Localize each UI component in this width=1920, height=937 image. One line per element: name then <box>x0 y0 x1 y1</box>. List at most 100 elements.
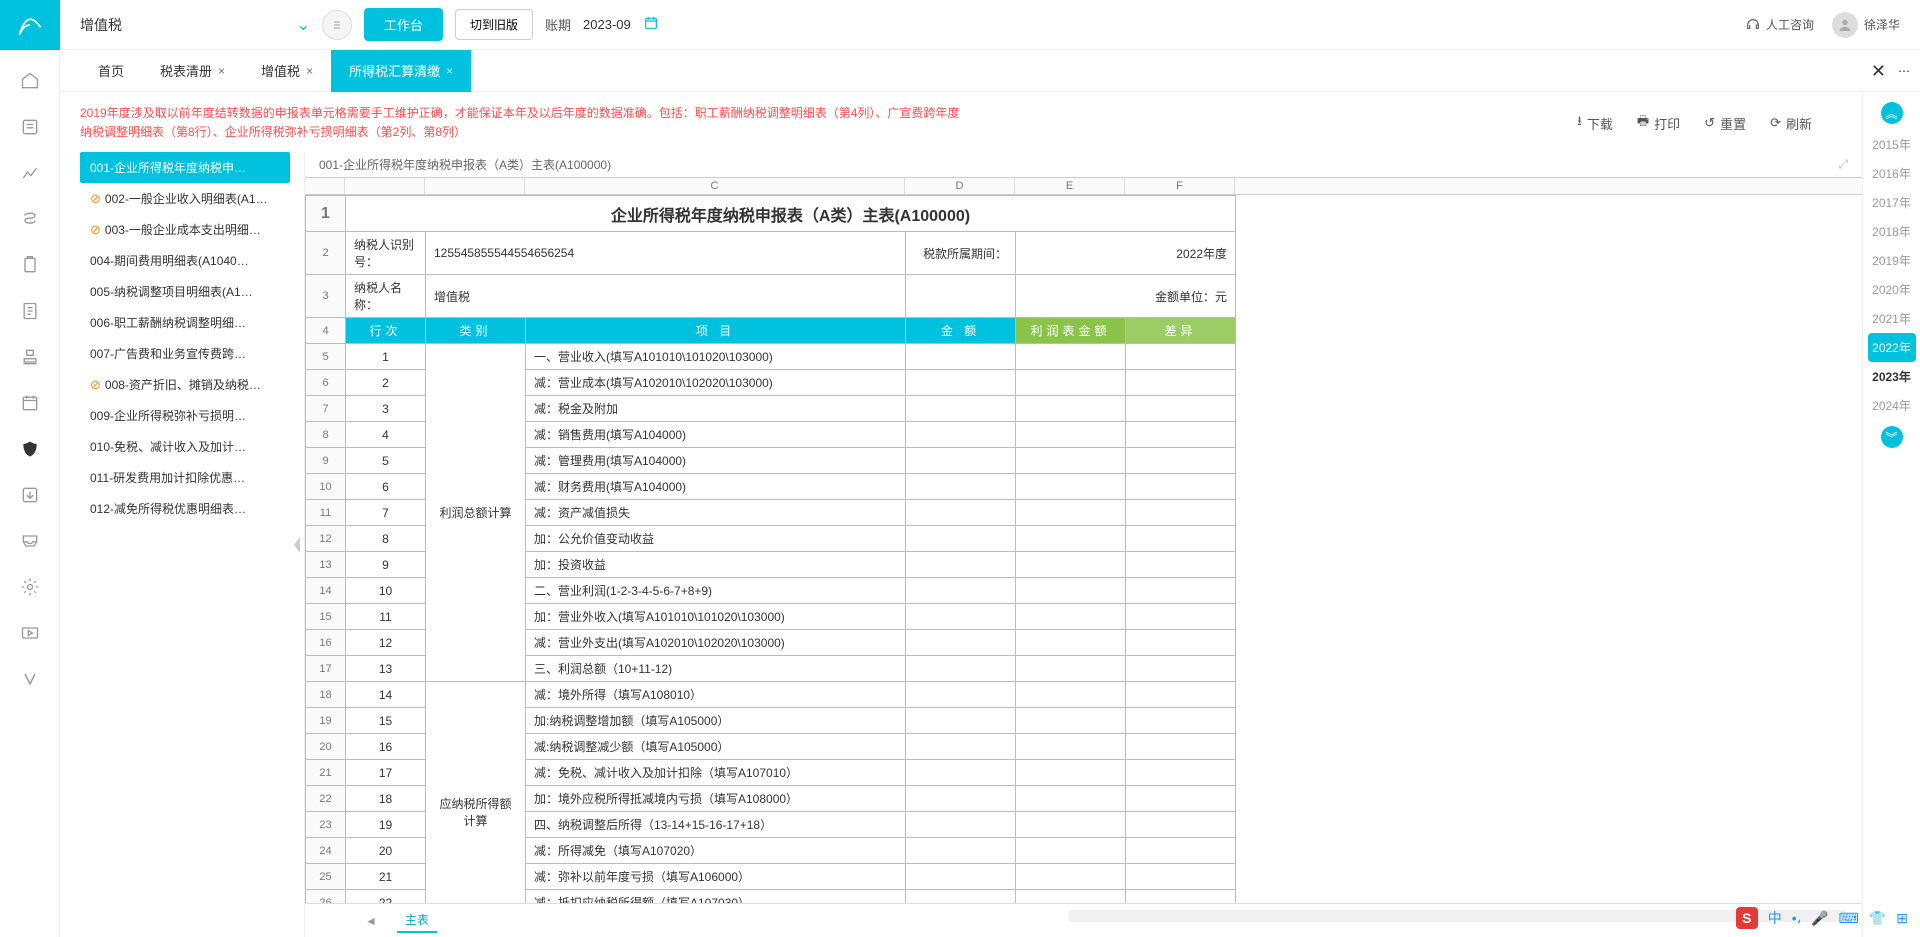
nav-v-icon[interactable] <box>19 668 41 690</box>
form-list-item[interactable]: ⊘008-资产折旧、摊销及纳税… <box>80 369 290 400</box>
download-action[interactable]: ⭳下载 <box>1577 104 1613 142</box>
tabs-more-icon[interactable]: ⋯ <box>1898 64 1910 78</box>
tab-增值税[interactable]: 增值税 × <box>243 50 331 92</box>
ime-toolbar: S 中 •، 🎤 ⌨ 👕 ⊞ <box>1736 907 1908 929</box>
form-item-label: 008-资产折旧、摊销及纳税… <box>105 376 261 393</box>
nav-video-icon[interactable] <box>19 622 41 644</box>
tab-所得税汇算清缴[interactable]: 所得税汇算清缴× <box>331 50 471 92</box>
app-logo[interactable] <box>0 0 60 50</box>
form-item-label: 001-企业所得税年度纳税申… <box>90 159 246 176</box>
form-list-item[interactable]: 005-纳税调整项目明细表(A1… <box>80 276 290 307</box>
form-list-item[interactable]: 007-广告费和业务宣传费跨… <box>80 338 290 369</box>
sheet-table[interactable]: 1企业所得税年度纳税申报表（A类）主表(A100000)2纳税人识别号：1255… <box>305 195 1236 903</box>
ime-keyboard-icon[interactable]: ⌨ <box>1839 910 1859 927</box>
workspace-button[interactable]: 工作台 <box>364 8 443 41</box>
ime-skin-icon[interactable]: 👕 <box>1869 910 1886 927</box>
download-icon: ⭳ <box>1577 112 1582 134</box>
form-item-label: 009-企业所得税弥补亏损明… <box>90 407 246 424</box>
form-list-item[interactable]: 001-企业所得税年度纳税申… <box>80 152 290 183</box>
horizontal-scrollbar[interactable] <box>1068 910 1848 922</box>
period-value: 2023-09 <box>583 17 631 32</box>
tab-首页[interactable]: 首页 <box>80 50 142 92</box>
form-list-item[interactable]: ⊘003-一般企业成本支出明细… <box>80 214 290 245</box>
nav-tax-icon[interactable] <box>19 438 41 460</box>
nav-chart-icon[interactable] <box>19 162 41 184</box>
year-2016年[interactable]: 2016年 <box>1868 159 1916 188</box>
left-nav <box>0 0 60 937</box>
nav-settings-icon[interactable] <box>19 576 41 598</box>
form-list-item[interactable]: 009-企业所得税弥补亏损明… <box>80 400 290 431</box>
support-link[interactable]: 人工咨询 <box>1745 16 1814 33</box>
company-name: 增值税 <box>80 15 122 35</box>
print-icon: 🖶 <box>1637 112 1649 134</box>
ime-punct-icon[interactable]: •، <box>1792 910 1801 927</box>
form-list-item[interactable]: 006-职工薪酬纳税调整明细… <box>80 307 290 338</box>
form-item-label: 004-期间费用明细表(A1040… <box>90 252 249 269</box>
form-list-item[interactable]: 011-研发费用加计扣除优惠… <box>80 462 290 493</box>
refresh-action[interactable]: ⟳刷新 <box>1770 104 1812 142</box>
nav-home-icon[interactable] <box>19 70 41 92</box>
refresh-icon: ⟳ <box>1770 115 1781 131</box>
scroll-up-icon[interactable]: ︽ <box>1881 102 1903 124</box>
period-label: 账期 <box>545 15 571 34</box>
warning-icon: ⊘ <box>90 191 101 207</box>
close-icon[interactable]: × <box>446 64 453 78</box>
collapse-handle[interactable] <box>290 152 304 937</box>
form-list-item[interactable]: 004-期间费用明细表(A1040… <box>80 245 290 276</box>
form-item-label: 006-职工薪酬纳税调整明细… <box>90 314 246 331</box>
ime-mic-icon[interactable]: 🎤 <box>1811 910 1828 927</box>
year-2021年[interactable]: 2021年 <box>1868 304 1916 333</box>
user-menu[interactable]: 徐泽华 <box>1832 12 1900 38</box>
year-2020年[interactable]: 2020年 <box>1868 275 1916 304</box>
year-2019年[interactable]: 2019年 <box>1868 246 1916 275</box>
year-2018年[interactable]: 2018年 <box>1868 217 1916 246</box>
sheet-scroll-left-icon[interactable]: ◄ <box>365 914 377 928</box>
scroll-down-icon[interactable]: ︾ <box>1881 426 1903 448</box>
company-selector[interactable]: 增值税 ⌄ <box>80 15 310 35</box>
ime-lang[interactable]: 中 <box>1768 908 1782 928</box>
year-2015年[interactable]: 2015年 <box>1868 130 1916 159</box>
close-all-tabs-icon[interactable]: ✕ <box>1871 61 1886 82</box>
list-toggle-button[interactable] <box>322 10 352 40</box>
close-icon[interactable]: × <box>218 64 225 78</box>
nav-ledger-icon[interactable] <box>19 116 41 138</box>
close-icon[interactable]: × <box>306 64 313 78</box>
sheet-expand-icon[interactable]: ⤢ <box>1838 157 1848 172</box>
form-item-label: 010-免税、减计收入及加计… <box>90 438 246 455</box>
nav-inbox-icon[interactable] <box>19 530 41 552</box>
nav-doc-icon[interactable] <box>19 300 41 322</box>
print-action[interactable]: 🖶打印 <box>1637 104 1680 142</box>
sheet-tab-main[interactable]: 主表 <box>397 908 437 933</box>
year-2017年[interactable]: 2017年 <box>1868 188 1916 217</box>
form-list-item[interactable]: ⊘002-一般企业收入明细表(A1… <box>80 183 290 214</box>
support-label: 人工咨询 <box>1766 16 1814 33</box>
nav-clipboard-icon[interactable] <box>19 254 41 276</box>
reset-action[interactable]: ↺重置 <box>1704 104 1746 142</box>
year-2024年[interactable]: 2024年 <box>1868 391 1916 420</box>
calendar-icon[interactable] <box>643 15 659 34</box>
tab-label: 首页 <box>98 61 124 80</box>
tab-税表清册[interactable]: 税表清册× <box>142 50 243 92</box>
nav-calendar-icon[interactable] <box>19 392 41 414</box>
form-item-label: 011-研发费用加计扣除优惠… <box>90 469 245 486</box>
ime-logo-icon[interactable]: S <box>1736 907 1758 929</box>
username: 徐泽华 <box>1864 16 1900 33</box>
warning-icon: ⊘ <box>90 222 101 238</box>
form-item-label: 012-减免所得税优惠明细表… <box>90 500 246 517</box>
year-2022年[interactable]: 2022年 <box>1868 333 1916 362</box>
ime-toolbox-icon[interactable]: ⊞ <box>1896 910 1908 927</box>
nav-export-icon[interactable] <box>19 484 41 506</box>
form-list-item[interactable]: 010-免税、减计收入及加计… <box>80 431 290 462</box>
nav-money-icon[interactable] <box>19 208 41 230</box>
form-item-label: 007-广告费和业务宣传费跨… <box>90 345 246 362</box>
topbar: 增值税 ⌄ 工作台 切到旧版 账期 2023-09 人工咨询 <box>60 0 1920 50</box>
switch-old-button[interactable]: 切到旧版 <box>455 9 533 40</box>
reset-icon: ↺ <box>1704 115 1715 131</box>
warning-icon: ⊘ <box>90 377 101 393</box>
year-2023年[interactable]: 2023年 <box>1868 362 1916 391</box>
form-list-item[interactable]: 012-减免所得税优惠明细表… <box>80 493 290 524</box>
avatar-icon <box>1832 12 1858 38</box>
nav-stamp-icon[interactable] <box>19 346 41 368</box>
tab-label: 增值税 <box>261 61 300 80</box>
tabs-bar: 首页税表清册×增值税×所得税汇算清缴× ✕ ⋯ <box>60 50 1920 92</box>
